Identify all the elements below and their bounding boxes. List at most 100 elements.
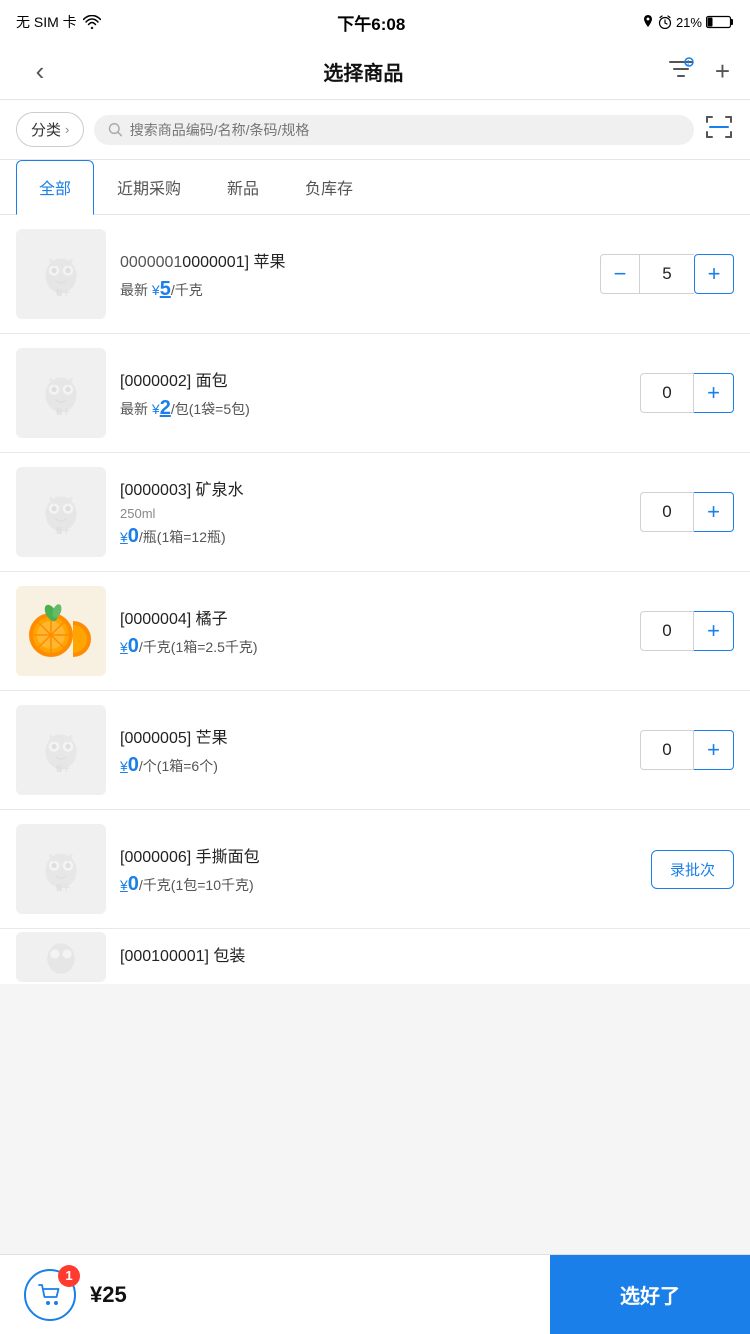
product-image: 智十	[16, 467, 106, 557]
product-price: 最新 ¥5/千克	[120, 278, 586, 301]
confirm-button[interactable]: 选好了	[550, 1255, 750, 1334]
svg-text:智十: 智十	[56, 526, 70, 535]
product-name: [0000006] 手撕面包	[120, 843, 637, 867]
status-bar: 无 SIM 卡 下午6:08 21%	[0, 0, 750, 44]
nav-actions: ! +	[667, 56, 730, 87]
product-price: ¥0/个(1箱=6个)	[120, 754, 626, 777]
owl-logo: 智十	[35, 486, 87, 538]
owl-logo	[38, 934, 84, 980]
increase-qty-button[interactable]: +	[694, 492, 734, 532]
orange-illustration	[21, 591, 101, 671]
product-item: 智十 [0000005] 芒果 ¥0/个(1箱=6个) +	[0, 691, 750, 810]
search-input[interactable]	[130, 122, 680, 138]
status-time: 下午6:08	[337, 10, 405, 35]
svg-text:智十: 智十	[56, 407, 70, 416]
bottom-bar: 1 ¥25 选好了	[0, 1254, 750, 1334]
tab-negative[interactable]: 负库存	[282, 160, 376, 214]
wifi-icon	[83, 15, 101, 29]
back-button[interactable]: ‹	[20, 52, 60, 92]
decrease-qty-button[interactable]: −	[600, 254, 640, 294]
product-name: [0000003] 矿泉水	[120, 476, 626, 500]
product-item: 智十 00000010000001] 苹果 最新 ¥5/千克 − +	[0, 215, 750, 334]
product-info: [0000006] 手撕面包 ¥0/千克(1包=10千克)	[120, 843, 637, 896]
alarm-icon	[658, 15, 672, 29]
product-controls: +	[640, 492, 734, 532]
product-image: 智十	[16, 705, 106, 795]
status-right: 21%	[642, 15, 734, 30]
product-controls: +	[640, 730, 734, 770]
tab-all[interactable]: 全部	[16, 160, 94, 215]
tab-new[interactable]: 新品	[204, 160, 282, 214]
sim-status: 无 SIM 卡	[16, 12, 77, 32]
owl-logo: 智十	[35, 724, 87, 776]
product-image: 智十	[16, 229, 106, 319]
product-name: [0000005] 芒果	[120, 724, 626, 748]
quantity-input[interactable]	[640, 611, 694, 651]
product-image	[16, 586, 106, 676]
status-left: 无 SIM 卡	[16, 12, 101, 32]
battery-icon	[706, 15, 734, 29]
increase-qty-button[interactable]: +	[694, 611, 734, 651]
product-controls: 录批次	[651, 850, 734, 889]
product-controls: +	[640, 611, 734, 651]
owl-logo: 智十	[35, 367, 87, 419]
product-image: 智十	[16, 824, 106, 914]
product-info: [0000003] 矿泉水 250ml ¥0/瓶(1箱=12瓶)	[120, 476, 626, 548]
cart-icon	[37, 1283, 63, 1307]
product-list: 智十 00000010000001] 苹果 最新 ¥5/千克 − +	[0, 215, 750, 984]
search-icon	[108, 122, 123, 138]
product-controls: − +	[600, 254, 734, 294]
page-title: 选择商品	[323, 57, 403, 86]
product-name: [000100001] 包装	[120, 942, 734, 966]
product-price: ¥0/千克(1箱=2.5千克)	[120, 635, 626, 658]
product-info: [000100001] 包装	[120, 942, 734, 972]
product-price: ¥0/瓶(1箱=12瓶)	[120, 525, 626, 548]
cart-badge: 1	[58, 1265, 80, 1287]
filter-icon[interactable]: !	[667, 57, 695, 86]
tab-recent[interactable]: 近期采购	[94, 160, 204, 214]
cart-icon-wrapper[interactable]: 1	[24, 1269, 76, 1321]
search-input-wrapper	[94, 115, 694, 145]
product-name: [0000004] 橘子	[120, 605, 626, 629]
product-item: 智十 [0000003] 矿泉水 250ml ¥0/瓶(1箱=12瓶) +	[0, 453, 750, 572]
svg-text:智十: 智十	[56, 288, 70, 297]
battery-percent: 21%	[676, 15, 702, 30]
product-image: 智十	[16, 348, 106, 438]
product-info: 00000010000001] 苹果 最新 ¥5/千克	[120, 248, 586, 301]
owl-logo: 智十	[35, 843, 87, 895]
product-name: 00000010000001] 苹果	[120, 248, 586, 272]
quantity-input[interactable]	[640, 254, 694, 294]
product-info: [0000002] 面包 最新 ¥2/包(1袋=5包)	[120, 367, 626, 420]
owl-logo: 智十	[35, 248, 87, 300]
search-bar: 分类 ›	[0, 100, 750, 160]
record-batch-button[interactable]: 录批次	[651, 850, 734, 889]
product-price: 最新 ¥2/包(1袋=5包)	[120, 397, 626, 420]
cart-area: 1 ¥25	[0, 1269, 550, 1321]
product-item-partial: [000100001] 包装	[0, 929, 750, 984]
increase-qty-button[interactable]: +	[694, 730, 734, 770]
scan-icon[interactable]	[704, 114, 734, 146]
quantity-input[interactable]	[640, 492, 694, 532]
product-price: ¥0/千克(1包=10千克)	[120, 873, 637, 896]
increase-qty-button[interactable]: +	[694, 254, 734, 294]
add-product-button[interactable]: +	[715, 56, 730, 87]
increase-qty-button[interactable]: +	[694, 373, 734, 413]
svg-text:智十: 智十	[56, 764, 70, 773]
product-name: [0000002] 面包	[120, 367, 626, 391]
svg-text:!: !	[687, 60, 689, 67]
chevron-right-icon: ›	[65, 122, 69, 137]
product-controls: +	[640, 373, 734, 413]
product-item: 智十 [0000006] 手撕面包 ¥0/千克(1包=10千克) 录批次	[0, 810, 750, 929]
product-item: 智十 [0000002] 面包 最新 ¥2/包(1袋=5包) +	[0, 334, 750, 453]
product-spec: 250ml	[120, 506, 626, 521]
svg-text:智十: 智十	[56, 883, 70, 892]
category-button[interactable]: 分类 ›	[16, 112, 84, 147]
product-item: [0000004] 橘子 ¥0/千克(1箱=2.5千克) +	[0, 572, 750, 691]
quantity-input[interactable]	[640, 730, 694, 770]
quantity-input[interactable]	[640, 373, 694, 413]
product-info: [0000004] 橘子 ¥0/千克(1箱=2.5千克)	[120, 605, 626, 658]
nav-bar: ‹ 选择商品 ! +	[0, 44, 750, 100]
product-image	[16, 932, 106, 982]
location-icon	[642, 15, 654, 29]
cart-total: ¥25	[90, 1282, 127, 1308]
